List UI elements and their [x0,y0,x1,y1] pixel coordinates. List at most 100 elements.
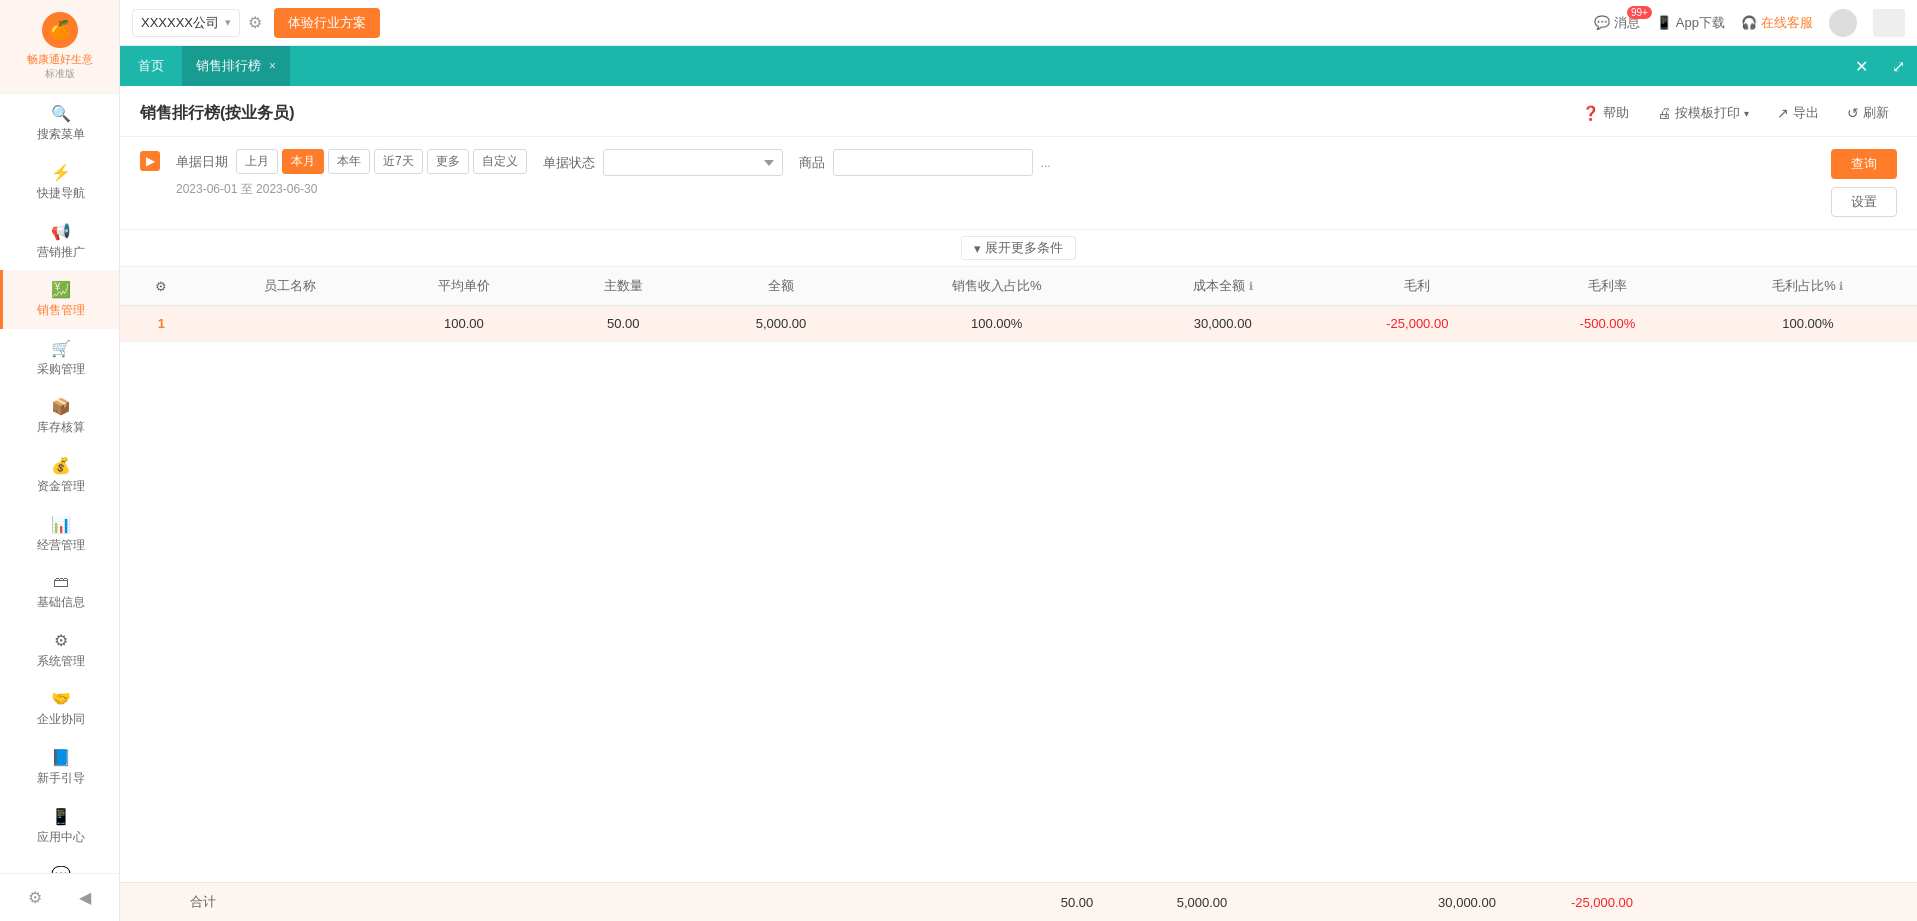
rank-num: 1 [158,316,165,331]
nav-icon-basic: 🗃 [53,573,69,591]
user-info[interactable] [1873,9,1905,37]
nav-icon-inventory: 📦 [51,397,71,416]
rank-cell: 1 [120,306,203,342]
print-label: 按模板打印 [1675,104,1740,122]
name-cell [203,306,377,342]
gross-cell: -25,000.00 [1319,306,1517,342]
gross-rate-cell: -500.00% [1516,306,1699,342]
print-btn[interactable]: 🖨 按模板打印 ▾ [1649,100,1757,126]
more-date-btn[interactable]: 更多 [427,149,469,174]
sidebar-item-operation[interactable]: 📊经营管理 [0,505,119,564]
custom-date-btn[interactable]: 自定义 [473,149,527,174]
sidebar-item-guide[interactable]: 📘新手引导 [0,738,119,797]
sidebar-item-sales[interactable]: 💹销售管理 [0,270,119,329]
tab-close-icon[interactable]: × [269,59,276,73]
nav-icon-search: 🔍 [51,104,71,123]
tab-label: 销售排行榜 [196,57,261,75]
goods-label: 商品 [799,154,825,172]
filter-area: ▶ 单据日期 上月 本月 本年 近7天 更多 自定义 [120,137,1917,230]
settings-bottom-icon[interactable]: ⚙ [24,884,46,911]
nav-label-app: 应用中心 [37,830,85,846]
close-window-icon[interactable]: ✕ [1843,46,1880,86]
avg-price-cell: 100.00 [377,306,551,342]
total-cell: 5,000.00 [695,306,866,342]
nav-label-basic: 基础信息 [37,595,85,611]
logo-sub: 标准版 [45,67,75,81]
sales-pct-cell: 100.00% [866,306,1126,342]
page-actions: ❓ 帮助 🖨 按模板打印 ▾ ↗ 导出 ↺ 刷新 [1574,100,1897,126]
collapse-filter-btn[interactable]: ▶ [140,151,160,171]
sidebar-item-inventory[interactable]: 📦库存核算 [0,387,119,446]
footer-gross: -25,000.00 [1547,895,1657,910]
date-label: 单据日期 [176,153,228,171]
nav-label-search: 搜索菜单 [37,127,85,143]
trial-btn[interactable]: 体验行业方案 [274,8,380,38]
nav-label-quick: 快捷导航 [37,186,85,202]
settings-btn[interactable]: 设置 [1831,187,1897,217]
cost-total-col-header: 成本全额 ℹ [1127,267,1319,306]
sidebar-item-system[interactable]: ⚙系统管理 [0,621,119,680]
nav-label-funds: 资金管理 [37,479,85,495]
expand-window-icon[interactable]: ⤢ [1880,46,1917,86]
nav-label-cooperate: 企业协同 [37,712,85,728]
refresh-btn[interactable]: ↺ 刷新 [1839,100,1897,126]
gross-rate-col-header: 毛利率 [1516,267,1699,306]
gear-icon[interactable]: ⚙ [248,13,262,32]
company-selector[interactable]: XXXXXX公司 ▾ [132,9,240,37]
prev-month-btn[interactable]: 上月 [236,149,278,174]
sidebar-item-cooperate[interactable]: 🤝 企业协同 [0,679,119,738]
curr-year-btn[interactable]: 本年 [328,149,370,174]
footer-main-qty: 50.00 [1027,895,1127,910]
table-row: 1 100.00 50.00 5,000.00 100.00% 30,000.0… [120,306,1917,342]
sidebar-item-search[interactable]: 🔍 搜索菜单 [0,94,119,153]
online-service-btn[interactable]: 🎧 在线客服 [1741,14,1813,32]
service-label: 在线客服 [1761,14,1813,32]
export-btn[interactable]: ↗ 导出 [1769,100,1827,126]
sidebar-item-basic[interactable]: 🗃 基础信息 [0,563,119,621]
refresh-icon: ↺ [1847,105,1859,121]
sidebar-item-quick[interactable]: ⚡ 快捷导航 [0,153,119,212]
status-label: 单据状态 [543,154,595,172]
app-download-btn[interactable]: 📱 App下载 [1656,14,1725,32]
total-col-header: 全额 [695,267,866,306]
goods-input[interactable] [833,149,1033,176]
tab-sales-ranking[interactable]: 销售排行榜 × [182,46,290,86]
filter-right: 查询 设置 [1831,149,1897,217]
message-badge: 99+ [1627,6,1652,19]
sidebar-item-app[interactable]: 📱应用中心 [0,797,119,856]
settings-col-header[interactable]: ⚙ [120,267,203,306]
status-select[interactable] [603,149,783,176]
gross-pct-col-header: 毛利占比% ℹ [1699,267,1917,306]
nav-icon-quick: ⚡ [51,163,71,182]
tab-home[interactable]: 首页 [120,46,182,86]
nav-icon-operation: 📊 [51,515,71,534]
sales-pct-col-header: 销售收入占比% [866,267,1126,306]
sidebar-item-purchase[interactable]: 🛒采购管理 [0,329,119,388]
main-qty-col-header: 主数量 [551,267,695,306]
nav-icon-purchase: 🛒 [51,339,71,358]
query-btn[interactable]: 查询 [1831,149,1897,179]
collapse-icon[interactable]: ◀ [75,884,95,911]
app-label: App下载 [1676,14,1725,32]
sidebar-bottom: ⚙ ◀ [0,873,119,921]
last-7-days-btn[interactable]: 近7天 [374,149,423,174]
message-btn[interactable]: 💬 消息 99+ [1594,14,1640,32]
avatar[interactable] [1829,9,1857,37]
goods-more-icon[interactable]: ... [1041,156,1051,170]
settings-icon: ⚙ [155,279,167,294]
nav-label-sales: 销售管理 [37,303,85,319]
date-buttons: 上月 本月 本年 近7天 更多 自定义 [236,149,527,174]
help-icon: ❓ [1582,105,1599,121]
table-footer: 合计 50.00 5,000.00 30,000.00 -25,000.00 [120,882,1917,921]
tabbar: 首页 销售排行榜 × ✕ ⤢ [120,46,1917,86]
expand-down-icon: ▾ [974,241,981,256]
nav-label-marketing: 营销推广 [37,245,85,261]
sidebar-item-funds[interactable]: 💰资金管理 [0,446,119,505]
nav-icon-cooperate: 🤝 [51,689,71,708]
sidebar-item-wechat[interactable]: 💬企业微信 [0,855,119,873]
sidebar-item-marketing[interactable]: 📢营销推广 [0,212,119,271]
page-title: 销售排行榜(按业务员) [140,103,295,124]
expand-conditions-btn[interactable]: ▾ 展开更多条件 [961,236,1076,260]
help-btn[interactable]: ❓ 帮助 [1574,100,1637,126]
curr-month-btn[interactable]: 本月 [282,149,324,174]
